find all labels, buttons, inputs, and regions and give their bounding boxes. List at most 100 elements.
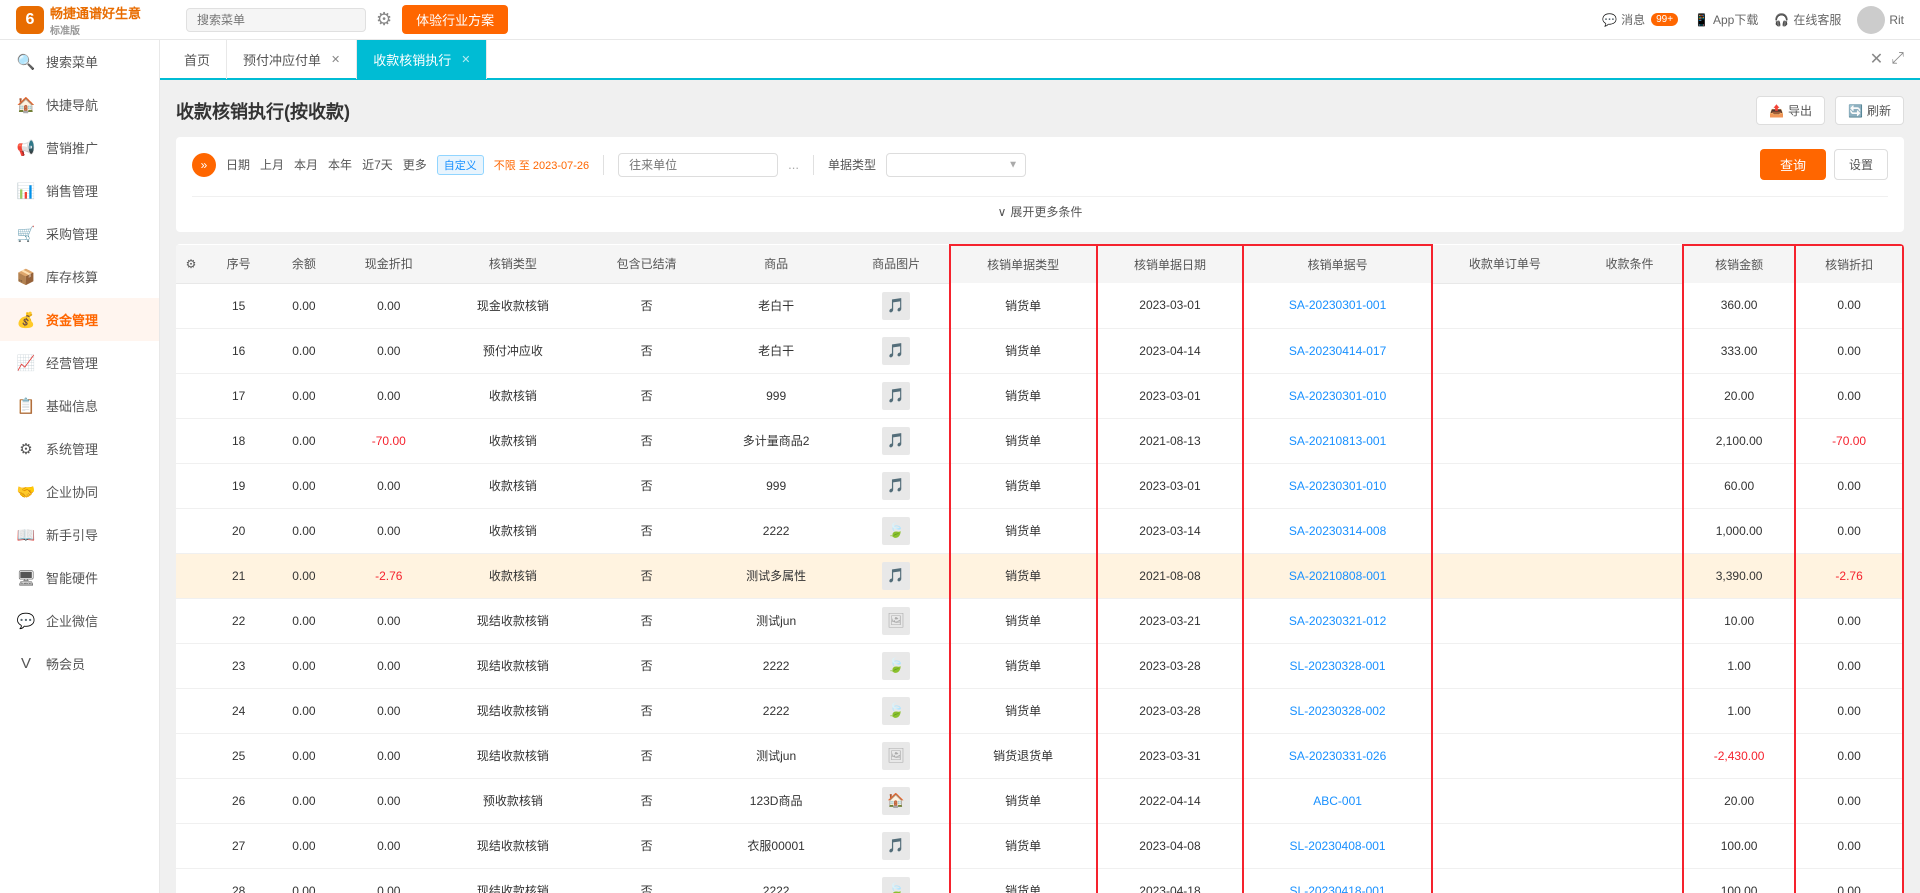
gear-column-header[interactable]: ⚙ xyxy=(176,245,206,283)
row-write-off-no[interactable]: SA-20230301-001 xyxy=(1243,283,1431,328)
row-write-off-no[interactable]: SL-20230418-001 xyxy=(1243,868,1431,893)
sidebar-item-purchase[interactable]: 🛒采购管理 xyxy=(0,212,159,255)
sidebar-item-marketing[interactable]: 📢营销推广 xyxy=(0,126,159,169)
more-link[interactable]: 更多 xyxy=(403,156,427,173)
sidebar-icon-marketing: 📢 xyxy=(16,139,36,157)
sidebar-label-wechat: 企业微信 xyxy=(46,611,98,630)
expand-button[interactable]: ∨ 展开更多条件 xyxy=(998,203,1083,220)
row-write-off-discount: 0.00 xyxy=(1795,778,1903,823)
tab-collection[interactable]: 收款核销执行✕ xyxy=(357,40,487,79)
tab-close-collection[interactable]: ✕ xyxy=(461,53,470,66)
sidebar-item-sales[interactable]: 📊销售管理 xyxy=(0,169,159,212)
row-write-off-amount: 3,390.00 xyxy=(1683,553,1795,598)
refresh-button[interactable]: 🔄 刷新 xyxy=(1835,96,1904,125)
row-write-off-no[interactable]: SA-20230321-012 xyxy=(1243,598,1431,643)
filter-toggle-button[interactable]: » xyxy=(192,153,216,177)
this-year-link[interactable]: 本年 xyxy=(328,156,352,173)
goods-image: 🖼 xyxy=(882,607,910,635)
row-write-off-no[interactable]: SA-20230331-026 xyxy=(1243,733,1431,778)
close-tab-icon[interactable]: ✕ xyxy=(1870,49,1883,69)
row-write-off-no[interactable]: SA-20230414-017 xyxy=(1243,328,1431,373)
row-actions xyxy=(176,283,206,328)
row-cash-discount: 0.00 xyxy=(337,823,441,868)
row-write-off-no[interactable]: SA-20210808-001 xyxy=(1243,553,1431,598)
row-write-off-no[interactable]: SA-20210813-001 xyxy=(1243,418,1431,463)
last7-link[interactable]: 近7天 xyxy=(362,156,393,173)
row-write-off-doc-type: 销货单 xyxy=(950,598,1097,643)
row-actions xyxy=(176,373,206,418)
service-item[interactable]: 🎧 在线客服 xyxy=(1774,11,1841,28)
row-write-off-no[interactable]: SL-20230408-001 xyxy=(1243,823,1431,868)
row-write-off-no[interactable]: SA-20230314-008 xyxy=(1243,508,1431,553)
row-no: 26 xyxy=(206,778,271,823)
sidebar-item-nav[interactable]: 🏠快捷导航 xyxy=(0,83,159,126)
row-write-off-no[interactable]: SL-20230328-002 xyxy=(1243,688,1431,733)
row-write-off-discount: 0.00 xyxy=(1795,598,1903,643)
receipt-type-select-wrapper: ▼ xyxy=(886,153,1026,177)
row-no: 22 xyxy=(206,598,271,643)
row-write-off-amount: 1,000.00 xyxy=(1683,508,1795,553)
row-write-off-type: 现金收款核销 xyxy=(441,283,585,328)
sidebar-item-inventory[interactable]: 📦库存核算 xyxy=(0,255,159,298)
row-actions xyxy=(176,823,206,868)
sidebar-item-member[interactable]: V畅会员 xyxy=(0,642,159,685)
row-write-off-no[interactable]: SA-20230301-010 xyxy=(1243,373,1431,418)
app-label: App下载 xyxy=(1713,11,1758,28)
sidebar-label-sales: 销售管理 xyxy=(46,181,98,200)
logo-sub: 标准版 xyxy=(50,22,141,37)
row-receipt-order-no xyxy=(1432,778,1577,823)
row-write-off-no[interactable]: SL-20230328-001 xyxy=(1243,643,1431,688)
row-goods-img: 🏠 xyxy=(844,778,950,823)
app-download-item[interactable]: 📱 App下载 xyxy=(1694,11,1758,28)
sidebar-item-business[interactable]: 📈经营管理 xyxy=(0,341,159,384)
tab-prepay[interactable]: 预付冲应付单✕ xyxy=(227,40,357,79)
row-settled: 否 xyxy=(585,598,709,643)
sidebar-item-guide[interactable]: 📖新手引导 xyxy=(0,513,159,556)
query-button[interactable]: 查询 xyxy=(1760,149,1826,180)
row-goods: 老白干 xyxy=(709,283,844,328)
row-goods: 999 xyxy=(709,463,844,508)
receipt-type-label: 单据类型 xyxy=(828,156,876,173)
user-item[interactable]: Rit xyxy=(1857,6,1904,34)
last-month-link[interactable]: 上月 xyxy=(260,156,284,173)
filter-settings-button[interactable]: 设置 xyxy=(1834,149,1888,180)
message-item[interactable]: 💬 消息 99+ xyxy=(1602,11,1678,28)
row-goods: 衣服00001 xyxy=(709,823,844,868)
row-write-off-no[interactable]: ABC-001 xyxy=(1243,778,1431,823)
sidebar-item-hardware[interactable]: 🖥智能硬件 xyxy=(0,556,159,599)
row-receipt-condition xyxy=(1577,733,1683,778)
row-write-off-doc-type: 销货单 xyxy=(950,373,1097,418)
sidebar-item-system[interactable]: ⚙系统管理 xyxy=(0,427,159,470)
counterpart-input[interactable] xyxy=(618,153,778,177)
row-receipt-order-no xyxy=(1432,868,1577,893)
tab-home[interactable]: 首页 xyxy=(168,40,227,79)
maximize-icon[interactable]: ⤢ xyxy=(1891,50,1904,68)
sidebar-item-base[interactable]: 📋基础信息 xyxy=(0,384,159,427)
receipt-type-select[interactable] xyxy=(886,153,1026,177)
row-goods-img: 🎵 xyxy=(844,463,950,508)
table-row: 24 0.00 0.00 现结收款核销 否 2222 🍃 销货单 2023-03… xyxy=(176,688,1903,733)
sidebar-item-finance[interactable]: 💰资金管理 xyxy=(0,298,159,341)
row-cash-discount: 0.00 xyxy=(337,328,441,373)
goods-image: 🏠 xyxy=(882,787,910,815)
row-write-off-no[interactable]: SA-20230301-010 xyxy=(1243,463,1431,508)
sidebar-item-corp[interactable]: 🤝企业协同 xyxy=(0,470,159,513)
row-write-off-discount: 0.00 xyxy=(1795,283,1903,328)
row-actions xyxy=(176,733,206,778)
search-input[interactable] xyxy=(186,8,366,32)
row-receipt-condition xyxy=(1577,823,1683,868)
solution-button[interactable]: 体验行业方案 xyxy=(402,5,508,34)
col-header-no: 序号 xyxy=(206,245,271,283)
sidebar-item-search[interactable]: 🔍搜索菜单 xyxy=(0,40,159,83)
sidebar-icon-base: 📋 xyxy=(16,397,36,415)
this-month-link[interactable]: 本月 xyxy=(294,156,318,173)
settings-icon[interactable]: ⚙ xyxy=(376,9,392,30)
sidebar-item-wechat[interactable]: 💬企业微信 xyxy=(0,599,159,642)
col-header-balance: 余额 xyxy=(271,245,336,283)
export-button[interactable]: 📤 导出 xyxy=(1756,96,1825,125)
app-icon: 📱 xyxy=(1694,13,1709,27)
tab-close-prepay[interactable]: ✕ xyxy=(331,53,340,66)
table-row: 15 0.00 0.00 现金收款核销 否 老白干 🎵 销货单 2023-03-… xyxy=(176,283,1903,328)
separator-icon: ... xyxy=(788,157,799,172)
custom-badge[interactable]: 自定义 xyxy=(437,155,484,175)
